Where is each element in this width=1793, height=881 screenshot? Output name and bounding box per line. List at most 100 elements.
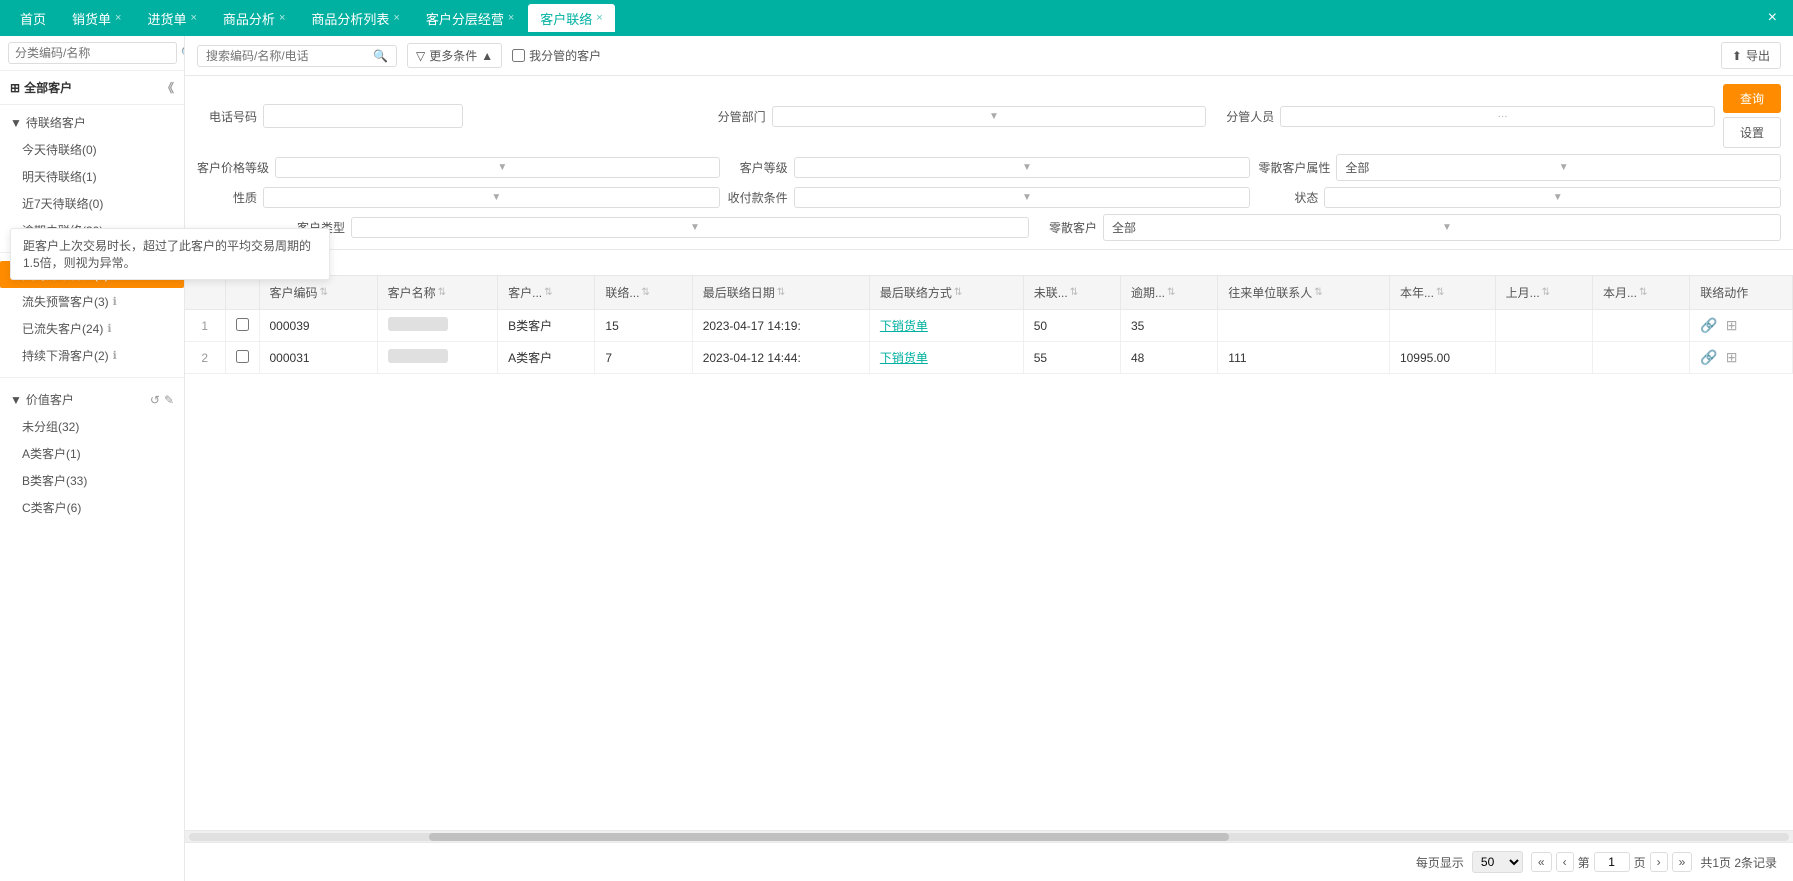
per-page-select[interactable]: 50 20 100 xyxy=(1472,851,1523,873)
filter-row-1: 电话号码 分管部门 ▼ 分管人员 ··· xyxy=(197,84,1781,148)
already-lost-info-icon[interactable]: ℹ xyxy=(107,322,111,335)
nav-tab-home[interactable]: 首页 xyxy=(8,4,58,32)
sidebar-search-input[interactable] xyxy=(8,42,177,64)
nav-tab-customer-tier-close[interactable]: × xyxy=(508,12,514,24)
gender-arrow-icon: ▼ xyxy=(491,192,710,203)
sidebar-item-today-pending[interactable]: 今天待联络(0) xyxy=(0,136,184,163)
row-2-this-month xyxy=(1592,342,1689,374)
filter-retail-attr: 零散客户属性 全部 ▼ xyxy=(1258,154,1781,181)
row-1-menu-icon[interactable]: ⊞ xyxy=(1726,317,1738,334)
col-overdue[interactable]: 逾期... ⇅ xyxy=(1120,276,1217,310)
toolbar-search-input[interactable] xyxy=(206,49,367,63)
col-customer-level[interactable]: 客户... ⇅ xyxy=(498,276,595,310)
main-layout: 🔍 ⊞ 全部客户 《 ▼ 待联络客户 今天待联络(0) 明天待联络(1) 近7天… xyxy=(0,36,1793,881)
col-last-month[interactable]: 上月... ⇅ xyxy=(1495,276,1592,310)
export-button[interactable]: ⬆ 导出 xyxy=(1721,42,1781,69)
sidebar-item-already-lost[interactable]: 已流失客户(24) ℹ xyxy=(0,315,184,342)
nav-tab-sales[interactable]: 销货单 × xyxy=(60,4,133,32)
sidebar-divider-2 xyxy=(0,377,184,378)
sidebar-item-class-c-label: C类客户(6) xyxy=(22,499,81,516)
arrow-down-icon-2: ▼ xyxy=(10,393,22,407)
row-2-last-contact-method: 下销货单 xyxy=(869,342,1023,374)
toolbar-search-icon[interactable]: 🔍 xyxy=(373,49,388,63)
nav-tab-customer-contact-close[interactable]: × xyxy=(596,12,602,24)
sidebar-item-ungrouped[interactable]: 未分组(32) xyxy=(0,413,184,440)
col-customer-code[interactable]: 客户编码 ⇅ xyxy=(259,276,377,310)
nav-tab-purchase-close[interactable]: × xyxy=(190,12,196,24)
my-customers-checkbox[interactable] xyxy=(512,49,525,62)
row-1-link-icon[interactable]: 🔗 xyxy=(1700,317,1717,334)
sidebar-item-tomorrow-pending[interactable]: 明天待联络(1) xyxy=(0,163,184,190)
sidebar-item-class-a[interactable]: A类客户(1) xyxy=(0,440,184,467)
row-1-checkbox[interactable] xyxy=(236,318,249,331)
tooltip-box: 距客户上次交易时长，超过了此客户的平均交易周期的1.5倍，则视为异常。 xyxy=(10,228,185,280)
edit-icon[interactable]: ✎ xyxy=(164,393,174,407)
next-page-btn[interactable]: › xyxy=(1650,852,1668,872)
nav-tab-goods-list-close[interactable]: × xyxy=(393,12,399,24)
first-page-btn[interactable]: « xyxy=(1531,852,1552,872)
col-uncontacted[interactable]: 未联... ⇅ xyxy=(1023,276,1120,310)
manager-select[interactable]: ··· xyxy=(1280,106,1715,127)
last-page-btn[interactable]: » xyxy=(1672,852,1693,872)
page-input[interactable] xyxy=(1594,852,1630,872)
row-2-contacts: 111 xyxy=(1218,342,1390,374)
price-level-select[interactable]: ▼ xyxy=(275,157,720,178)
sidebar-item-class-c[interactable]: C类客户(6) xyxy=(0,494,184,521)
horizontal-scrollbar[interactable] xyxy=(185,830,1793,842)
nav-tab-customer-contact[interactable]: 客户联络 × xyxy=(528,4,614,32)
payment-arrow-icon: ▼ xyxy=(1022,192,1241,203)
col-contacts-person[interactable]: 往来单位联系人 ⇅ xyxy=(1218,276,1390,310)
dept-select[interactable]: ▼ xyxy=(772,106,1207,127)
col-customer-name[interactable]: 客户名称 ⇅ xyxy=(377,276,497,310)
sidebar-item-lost-warning[interactable]: 流失预警客户(3) ℹ xyxy=(0,288,184,315)
sort-icon-this-year: ⇅ xyxy=(1436,287,1444,298)
row-1-last-contact-date: 2023-04-17 14:19: xyxy=(692,310,869,342)
retail-customer-select[interactable]: 全部 ▼ xyxy=(1103,214,1781,241)
retail-attr-select[interactable]: 全部 ▼ xyxy=(1336,154,1781,181)
sidebar-item-today-pending-label: 今天待联络(0) xyxy=(22,141,97,158)
nav-tab-customer-tier[interactable]: 客户分层经营 × xyxy=(414,4,526,32)
row-2-method-link[interactable]: 下销货单 xyxy=(880,351,928,365)
row-2-menu-icon[interactable]: ⊞ xyxy=(1726,349,1738,366)
filter-dept: 分管部门 ▼ xyxy=(706,106,1207,127)
col-this-year[interactable]: 本年... ⇅ xyxy=(1389,276,1495,310)
nav-tab-goods-list[interactable]: 商品分析列表 × xyxy=(299,4,411,32)
sidebar-collapse-icon[interactable]: 《 xyxy=(162,79,174,96)
lost-warning-info-icon[interactable]: ℹ xyxy=(113,295,117,308)
col-contact-count[interactable]: 联络... ⇅ xyxy=(595,276,692,310)
status-select[interactable]: ▼ xyxy=(1324,187,1781,208)
sidebar-item-class-b[interactable]: B类客户(33) xyxy=(0,467,184,494)
row-2-checkbox[interactable] xyxy=(236,350,249,363)
nav-tab-purchase[interactable]: 进货单 × xyxy=(135,4,208,32)
setting-button[interactable]: 设置 xyxy=(1723,117,1781,148)
refresh-icon[interactable]: ↺ xyxy=(150,393,160,407)
pending-group-label[interactable]: ▼ 待联络客户 xyxy=(0,109,184,136)
phone-input[interactable] xyxy=(263,104,463,128)
more-conditions-button[interactable]: ▽ 更多条件 ▲ xyxy=(407,43,502,68)
row-2-link-icon[interactable]: 🔗 xyxy=(1700,349,1717,366)
nav-tab-goods-analysis[interactable]: 商品分析 × xyxy=(211,4,297,32)
col-last-contact-date[interactable]: 最后联络日期 ⇅ xyxy=(692,276,869,310)
declining-info-icon[interactable]: ℹ xyxy=(113,349,117,362)
row-1-method-link[interactable]: 下销货单 xyxy=(880,319,928,333)
nav-tab-goods-analysis-close[interactable]: × xyxy=(279,12,285,24)
sidebar-search-area: 🔍 xyxy=(0,36,184,71)
col-last-contact-method[interactable]: 最后联络方式 ⇅ xyxy=(869,276,1023,310)
col-this-month[interactable]: 本月... ⇅ xyxy=(1592,276,1689,310)
close-all-button[interactable]: × xyxy=(1760,9,1785,27)
prev-page-btn[interactable]: ‹ xyxy=(1556,852,1574,872)
gender-select[interactable]: ▼ xyxy=(263,187,720,208)
row-1-contacts xyxy=(1218,310,1390,342)
sidebar-item-7day-pending[interactable]: 近7天待联络(0) xyxy=(0,190,184,217)
sidebar-item-declining[interactable]: 持续下滑客户(2) ℹ xyxy=(0,342,184,369)
payment-select[interactable]: ▼ xyxy=(794,187,1251,208)
chevron-up-icon: ▲ xyxy=(481,49,493,63)
customer-type-select[interactable]: ▼ xyxy=(351,217,1029,238)
nav-tab-sales-close[interactable]: × xyxy=(115,12,121,24)
query-button[interactable]: 查询 xyxy=(1723,84,1781,113)
value-group-label[interactable]: ▼ 价值客户 ↺ ✎ xyxy=(0,386,184,413)
row-2-actions: 🔗 ⊞ xyxy=(1690,342,1793,374)
price-level-arrow-icon: ▼ xyxy=(497,162,710,173)
scroll-thumb xyxy=(429,833,1229,841)
customer-level-select[interactable]: ▼ xyxy=(794,157,1251,178)
